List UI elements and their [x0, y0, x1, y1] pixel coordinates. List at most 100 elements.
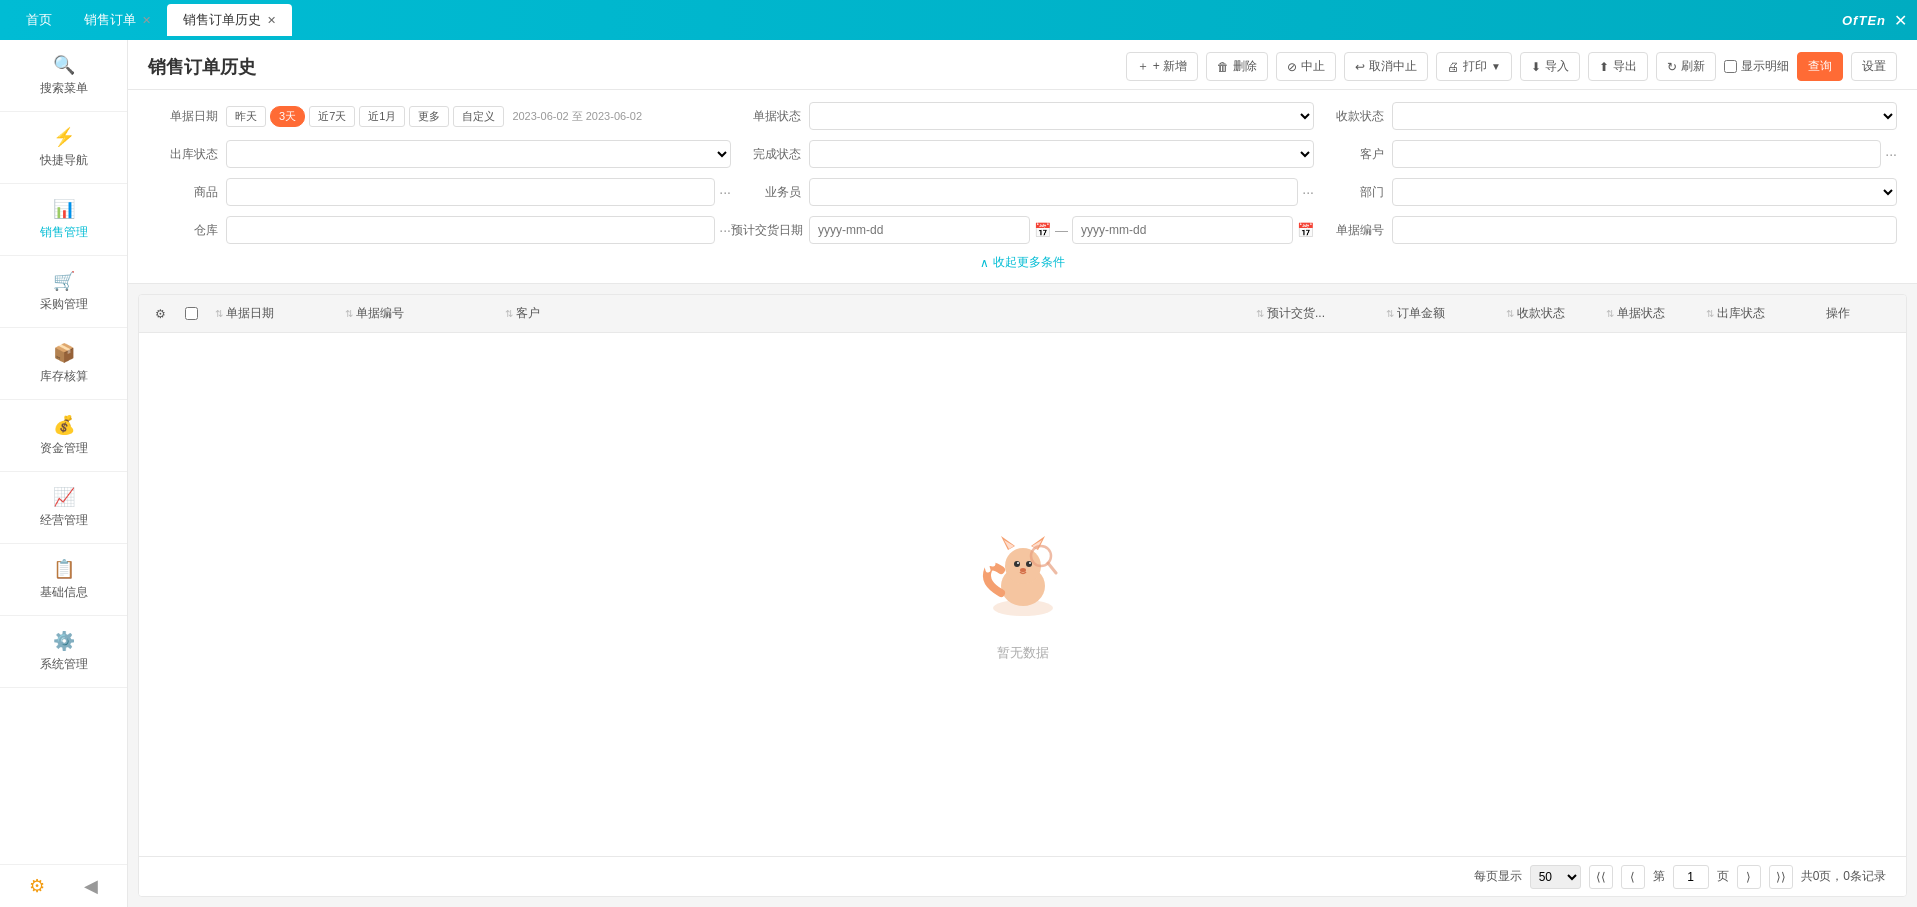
refresh-icon: ↻	[1667, 60, 1677, 74]
customer-ellipsis[interactable]: ···	[1885, 146, 1897, 162]
th-payment-status[interactable]: ⇅ 收款状态	[1498, 305, 1598, 322]
sidebar: 🔍 搜索菜单 ⚡ 快捷导航 📊 销售管理 🛒 采购管理 📦 库存核算 💰 资金管…	[0, 40, 128, 907]
sidebar-item-search-menu[interactable]: 🔍 搜索菜单	[0, 40, 127, 112]
delivery-date-to-calendar-icon[interactable]: 📅	[1297, 222, 1314, 238]
show-detail-checkbox[interactable]: 显示明细	[1724, 58, 1789, 75]
warehouse-label: 仓库	[148, 222, 218, 239]
sidebar-item-finance[interactable]: 💰 资金管理	[0, 400, 127, 472]
department-select[interactable]	[1392, 178, 1897, 206]
bill-number-input[interactable]	[1392, 216, 1897, 244]
goods-ellipsis[interactable]: ···	[719, 184, 731, 200]
next-page-btn[interactable]: ⟩	[1737, 865, 1761, 889]
delete-button[interactable]: 🗑 删除	[1206, 52, 1268, 81]
first-page-btn[interactable]: ⟨⟨	[1589, 865, 1613, 889]
tab-sales-order-history-close[interactable]: ✕	[267, 14, 276, 27]
settings-button[interactable]: 设置	[1851, 52, 1897, 81]
th-bill-status[interactable]: ⇅ 单据状态	[1598, 305, 1698, 322]
import-icon: ⬇	[1531, 60, 1541, 74]
goods-input[interactable]	[226, 178, 715, 206]
sidebar-settings-btn[interactable]: ⚙	[29, 875, 45, 897]
th-amount[interactable]: ⇅ 订单金额	[1378, 305, 1498, 322]
th-number[interactable]: ⇅ 单据编号	[337, 305, 497, 322]
date-1month-btn[interactable]: 近1月	[359, 106, 405, 127]
table-header: ⚙ ⇅ 单据日期 ⇅ 单据编号 ⇅ 客户 ⇅ 预计交货.	[139, 295, 1906, 333]
th-customer[interactable]: ⇅ 客户	[497, 305, 1248, 322]
filter-field-bill-status: 单据状态	[731, 102, 1314, 130]
complete-status-control	[809, 140, 1314, 168]
date-quick-btns: 昨天 3天 近7天 近1月 更多	[226, 106, 504, 127]
tab-home[interactable]: 首页	[10, 4, 68, 36]
sidebar-item-quick-nav[interactable]: ⚡ 快捷导航	[0, 112, 127, 184]
collapse-up-icon: ∧	[980, 256, 989, 270]
last-page-btn[interactable]: ⟩⟩	[1769, 865, 1793, 889]
th-outbound-sort-icon: ⇅	[1706, 308, 1714, 319]
cancel-stop-button[interactable]: ↩ 取消中止	[1344, 52, 1428, 81]
delivery-date-from-calendar-icon[interactable]: 📅	[1034, 222, 1051, 238]
delete-label: 删除	[1233, 58, 1257, 75]
bill-number-label: 单据编号	[1314, 222, 1384, 239]
sidebar-item-sales-mgmt[interactable]: 📊 销售管理	[0, 184, 127, 256]
payment-status-select[interactable]	[1392, 102, 1897, 130]
stop-button[interactable]: ⊘ 中止	[1276, 52, 1336, 81]
query-button[interactable]: 查询	[1797, 52, 1843, 81]
collapse-label: 收起更多条件	[993, 254, 1065, 271]
tab-sales-order[interactable]: 销售订单 ✕	[68, 4, 167, 36]
table-footer: 每页显示 50 10 20 100 ⟨⟨ ⟨ 第 页 ⟩	[139, 856, 1906, 896]
th-customer-sort-icon: ⇅	[505, 308, 513, 319]
sidebar-item-operations[interactable]: 📈 经营管理	[0, 472, 127, 544]
date-3days-btn[interactable]: 3天	[270, 106, 305, 127]
page-label-prefix: 第	[1653, 868, 1665, 885]
filter-row-3: 商品 ··· 业务员 ··· 部门	[148, 178, 1897, 206]
filter-field-complete-status: 完成状态	[731, 140, 1314, 168]
tab-bar: 首页 销售订单 ✕ 销售订单历史 ✕	[10, 0, 292, 40]
page-input[interactable]	[1673, 865, 1709, 889]
export-button[interactable]: ⬆ 导出	[1588, 52, 1648, 81]
tab-sales-order-history[interactable]: 销售订单历史 ✕	[167, 4, 292, 36]
import-button[interactable]: ⬇ 导入	[1520, 52, 1580, 81]
select-all-checkbox[interactable]	[185, 307, 198, 320]
th-date[interactable]: ⇅ 单据日期	[207, 305, 337, 322]
warehouse-input[interactable]	[226, 216, 715, 244]
show-detail-input[interactable]	[1724, 60, 1737, 73]
outbound-status-select[interactable]	[226, 140, 731, 168]
customer-input[interactable]	[1392, 140, 1881, 168]
filter-field-outbound-status: 出库状态	[148, 140, 731, 168]
th-delivery[interactable]: ⇅ 预计交货...	[1248, 305, 1378, 322]
th-outbound-status[interactable]: ⇅ 出库状态	[1698, 305, 1818, 322]
salesperson-input[interactable]	[809, 178, 1298, 206]
topbar-close-icon[interactable]: ✕	[1894, 11, 1907, 30]
sidebar-collapse-btn[interactable]: ◀	[84, 875, 98, 897]
delivery-date-from-input[interactable]	[809, 216, 1030, 244]
delivery-date-to-input[interactable]	[1072, 216, 1293, 244]
date-more-btn[interactable]: 更多	[409, 106, 449, 127]
sidebar-item-operations-label: 经营管理	[40, 512, 88, 529]
sidebar-item-inventory[interactable]: 📦 库存核算	[0, 328, 127, 400]
date-today-btn[interactable]: 昨天	[226, 106, 266, 127]
bill-status-select[interactable]	[809, 102, 1314, 130]
prev-page-btn[interactable]: ⟨	[1621, 865, 1645, 889]
th-payment-status-label: 收款状态	[1517, 305, 1565, 322]
print-button[interactable]: 🖨 打印 ▼	[1436, 52, 1512, 81]
complete-status-select[interactable]	[809, 140, 1314, 168]
th-checkbox[interactable]	[177, 307, 207, 320]
date-7days-btn[interactable]: 近7天	[309, 106, 355, 127]
new-label: + 新增	[1153, 58, 1187, 75]
page-size-select[interactable]: 50 10 20 100	[1530, 865, 1581, 889]
sidebar-item-basic-info[interactable]: 📋 基础信息	[0, 544, 127, 616]
sidebar-item-sys-mgmt[interactable]: ⚙️ 系统管理	[0, 616, 127, 688]
warehouse-ellipsis[interactable]: ···	[719, 222, 731, 238]
salesperson-ellipsis[interactable]: ···	[1302, 184, 1314, 200]
th-settings[interactable]: ⚙	[147, 307, 177, 321]
search-menu-icon: 🔍	[53, 54, 75, 76]
customer-control: ···	[1392, 140, 1897, 168]
sidebar-item-purchase-mgmt[interactable]: 🛒 采购管理	[0, 256, 127, 328]
date-custom-btn[interactable]: 自定义	[453, 106, 504, 127]
th-delivery-sort-icon: ⇅	[1256, 308, 1264, 319]
stop-label: 中止	[1301, 58, 1325, 75]
refresh-button[interactable]: ↻ 刷新	[1656, 52, 1716, 81]
collapse-btn[interactable]: ∧ 收起更多条件	[980, 254, 1065, 271]
new-button[interactable]: ＋ + 新增	[1126, 52, 1198, 81]
main-layout: 🔍 搜索菜单 ⚡ 快捷导航 📊 销售管理 🛒 采购管理 📦 库存核算 💰 资金管…	[0, 40, 1917, 907]
sidebar-item-search-menu-label: 搜索菜单	[40, 80, 88, 97]
tab-sales-order-close[interactable]: ✕	[142, 14, 151, 27]
